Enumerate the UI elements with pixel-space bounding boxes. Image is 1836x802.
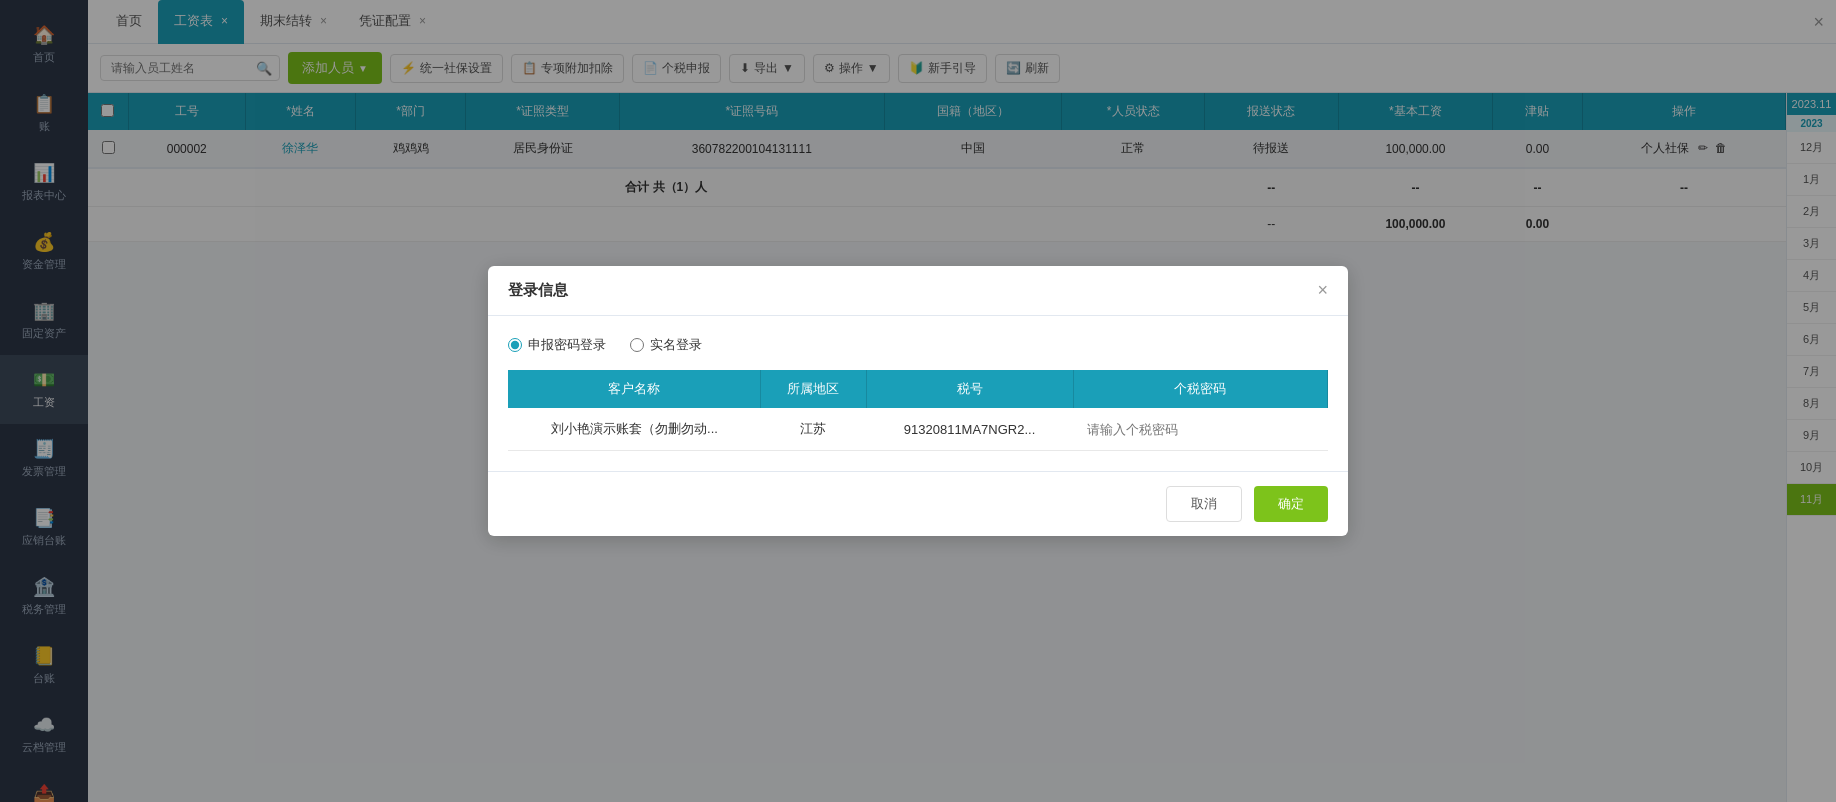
client-table: 客户名称 所属地区 税号 个税密码 刘小艳演示账套（勿删勿动... 江苏 913… <box>508 370 1328 451</box>
col-region: 所属地区 <box>761 370 866 408</box>
dialog-header: 登录信息 × <box>488 266 1348 316</box>
client-taxno-cell: 91320811MA7NGR2... <box>866 408 1073 451</box>
client-row: 刘小艳演示账套（勿删勿动... 江苏 91320811MA7NGR2... <box>508 408 1328 451</box>
client-region-cell: 江苏 <box>761 408 866 451</box>
tax-password-input[interactable] <box>1087 422 1313 437</box>
dialog-body: 申报密码登录 实名登录 客户名称 所属地区 税号 个税密码 <box>488 316 1348 471</box>
dialog-footer: 取消 确定 <box>488 471 1348 536</box>
cancel-button[interactable]: 取消 <box>1166 486 1242 522</box>
radio-password-label[interactable]: 申报密码登录 <box>508 336 606 354</box>
dialog-title: 登录信息 <box>508 281 568 300</box>
col-client-name: 客户名称 <box>508 370 761 408</box>
client-name-cell: 刘小艳演示账套（勿删勿动... <box>508 408 761 451</box>
col-taxno: 税号 <box>866 370 1073 408</box>
radio-realname-text: 实名登录 <box>650 336 702 354</box>
radio-realname-label[interactable]: 实名登录 <box>630 336 702 354</box>
radio-password-text: 申报密码登录 <box>528 336 606 354</box>
radio-password[interactable] <box>508 338 522 352</box>
dialog-close-button[interactable]: × <box>1317 280 1328 301</box>
login-type-group: 申报密码登录 实名登录 <box>508 336 1328 354</box>
dialog-overlay: 登录信息 × 申报密码登录 实名登录 客户名称 所属地区 <box>0 0 1836 802</box>
confirm-button[interactable]: 确定 <box>1254 486 1328 522</box>
radio-realname[interactable] <box>630 338 644 352</box>
col-tax-password: 个税密码 <box>1073 370 1327 408</box>
client-password-cell[interactable] <box>1073 408 1327 451</box>
login-dialog: 登录信息 × 申报密码登录 实名登录 客户名称 所属地区 <box>488 266 1348 536</box>
